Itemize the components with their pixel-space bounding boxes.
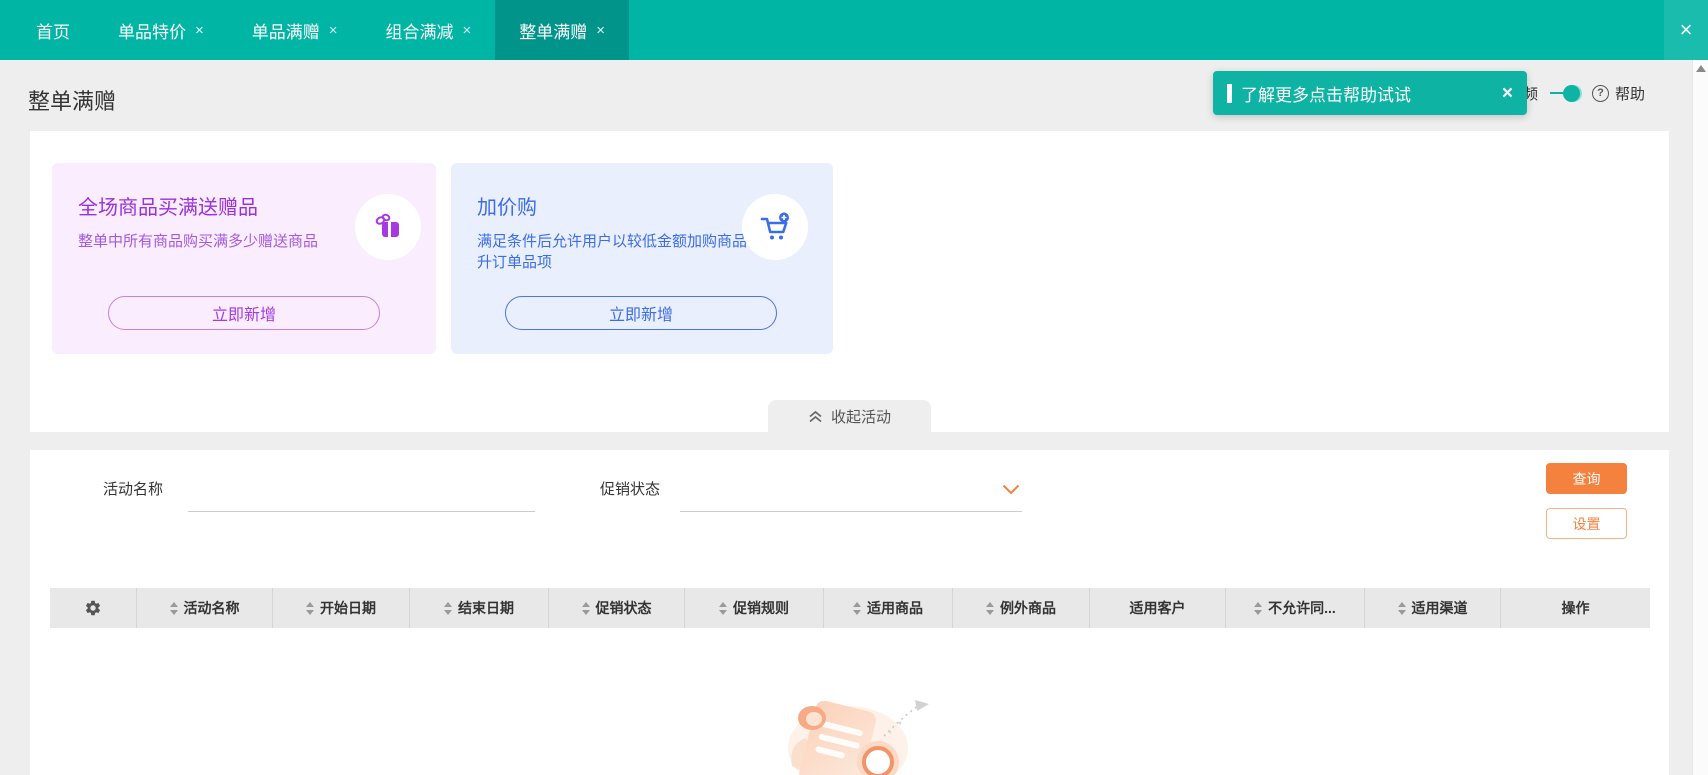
column-header-促销规则[interactable]: 促销规则: [685, 588, 824, 628]
add-full-order-gift-button[interactable]: 立即新增: [108, 296, 380, 330]
close-all-tabs-icon[interactable]: ×: [1664, 0, 1708, 60]
tab-close-icon[interactable]: ×: [329, 23, 338, 38]
tab-close-icon[interactable]: ×: [596, 23, 605, 38]
help-link[interactable]: ? 帮助: [1592, 83, 1645, 104]
sort-arrows-icon[interactable]: [581, 601, 590, 615]
tab-close-icon[interactable]: ×: [463, 23, 472, 38]
cart-plus-icon: [742, 194, 808, 260]
column-header-结束日期[interactable]: 结束日期: [410, 588, 549, 628]
question-mark-icon: ?: [1592, 84, 1610, 102]
app-window: 首页 单品特价 × 单品满赠 × 组合满减 × 整单满赠 × × 整单满赠 视频 ? 帮助 了解…: [0, 0, 1708, 775]
sort-arrows-icon[interactable]: [306, 601, 314, 615]
settings-button[interactable]: 设置: [1546, 508, 1627, 539]
column-header-例外商品[interactable]: 例外商品: [953, 588, 1090, 628]
video-toggle-icon[interactable]: [1550, 84, 1581, 102]
promo-card-desc: 满足条件后允许用户以较低金额加购商品，提升订单品项: [477, 233, 778, 271]
table-header-row: 活动名称 开始日期 结束日期 促销状态 促销规则 适用商品 例外商品 适用客户 不允许同... 适…: [50, 588, 1650, 628]
gear-icon: [85, 600, 101, 616]
sort-arrows-icon[interactable]: [1397, 601, 1406, 615]
tip-text: 了解更多点击帮助试试: [1241, 85, 1411, 105]
tab-strip: 首页 单品特价 × 单品满赠 × 组合满减 × 整单满赠 ×: [0, 0, 630, 60]
empty-state-illustration: [787, 700, 929, 775]
tab-label: 组合满减: [385, 22, 454, 42]
promo-card-desc: 整单中所有商品购买满多少赠送商品: [78, 233, 319, 250]
promo-panel: 全场商品买满送赠品 整单中所有商品购买满多少赠送商品 立即新增 加价购 满足条件…: [30, 131, 1669, 432]
column-header-适用商品[interactable]: 适用商品: [824, 588, 953, 628]
promo-card-title: 全场商品买满送赠品: [78, 197, 258, 219]
tab-首页[interactable]: 首页: [12, 0, 94, 60]
column-header-开始日期[interactable]: 开始日期: [273, 588, 410, 628]
scrollbar[interactable]: [1692, 60, 1708, 775]
column-label: 适用客户: [1129, 600, 1186, 616]
column-header-不允许同...[interactable]: 不允许同...: [1226, 588, 1365, 628]
chevron-down-icon: [1002, 484, 1020, 495]
tab-label: 单品满赠: [251, 22, 320, 42]
help-label: 帮助: [1615, 85, 1646, 103]
promo-card-full-order-gift: 全场商品买满送赠品 整单中所有商品购买满多少赠送商品 立即新增: [52, 163, 436, 354]
query-button[interactable]: 查询: [1546, 463, 1627, 494]
tab-label: 单品特价: [118, 22, 186, 42]
scroll-up-icon[interactable]: [1696, 65, 1706, 72]
sort-arrows-icon[interactable]: [169, 601, 178, 615]
collapse-activities-tab[interactable]: 收起活动: [768, 400, 931, 432]
column-label: 例外商品: [1000, 600, 1056, 616]
column-label: 适用商品: [867, 600, 923, 616]
query-panel: 活动名称 促销状态 查询 设置 活动名称 开始日期 结束日期 促销状态 促销规则 适用商品…: [30, 450, 1669, 775]
double-chevron-up-icon: [809, 410, 822, 422]
add-add-on-purchase-button[interactable]: 立即新增: [505, 296, 777, 330]
column-label: 活动名称: [183, 600, 240, 616]
tip-banner: 了解更多点击帮助试试 ×: [1213, 71, 1527, 115]
tab-label: 首页: [36, 22, 70, 42]
tab-整单满赠[interactable]: 整单满赠 ×: [495, 0, 630, 60]
top-tab-bar: 首页 单品特价 × 单品满赠 × 组合满减 × 整单满赠 × ×: [0, 0, 1708, 60]
gift-icon: [355, 194, 421, 260]
activity-name-input[interactable]: [188, 474, 535, 512]
column-label: 操作: [1561, 600, 1590, 616]
collapse-label: 收起活动: [830, 408, 891, 426]
tab-单品满赠[interactable]: 单品满赠 ×: [228, 0, 362, 60]
sort-arrows-icon[interactable]: [986, 601, 994, 615]
column-label: 开始日期: [320, 600, 376, 616]
activity-name-label: 活动名称: [103, 481, 164, 498]
sort-arrows-icon[interactable]: [444, 601, 452, 615]
column-header-操作: 操作: [1501, 588, 1650, 628]
help-row: 视频 ? 帮助: [1508, 71, 1645, 115]
tab-label: 整单满赠: [519, 22, 588, 42]
column-label: 不允许同...: [1268, 600, 1336, 616]
tip-close-icon[interactable]: ×: [1502, 84, 1513, 103]
column-label: 促销规则: [733, 600, 789, 616]
sort-arrows-icon[interactable]: [719, 601, 727, 615]
column-label: 适用渠道: [1411, 600, 1468, 616]
column-header-适用渠道[interactable]: 适用渠道: [1365, 588, 1501, 628]
tab-close-icon[interactable]: ×: [195, 23, 204, 38]
sort-arrows-icon[interactable]: [853, 601, 861, 615]
sort-arrows-icon[interactable]: [1254, 601, 1263, 615]
column-label: 促销状态: [595, 600, 652, 616]
column-label: 结束日期: [458, 600, 514, 616]
page-title: 整单满赠: [28, 89, 117, 114]
tip-accent-bar: [1227, 83, 1232, 103]
promo-card-title: 加价购: [477, 197, 537, 219]
tab-组合满减[interactable]: 组合满减 ×: [362, 0, 496, 60]
column-header-settings[interactable]: [50, 588, 137, 628]
column-header-活动名称[interactable]: 活动名称: [137, 588, 273, 628]
column-header-促销状态[interactable]: 促销状态: [549, 588, 685, 628]
promo-status-label: 促销状态: [600, 481, 661, 498]
promo-card-add-on-purchase: 加价购 满足条件后允许用户以较低金额加购商品，提升订单品项 立即新增: [451, 163, 833, 354]
column-header-适用客户: 适用客户: [1090, 588, 1226, 628]
tab-单品特价[interactable]: 单品特价 ×: [94, 0, 228, 60]
promo-status-select[interactable]: [680, 474, 1022, 512]
